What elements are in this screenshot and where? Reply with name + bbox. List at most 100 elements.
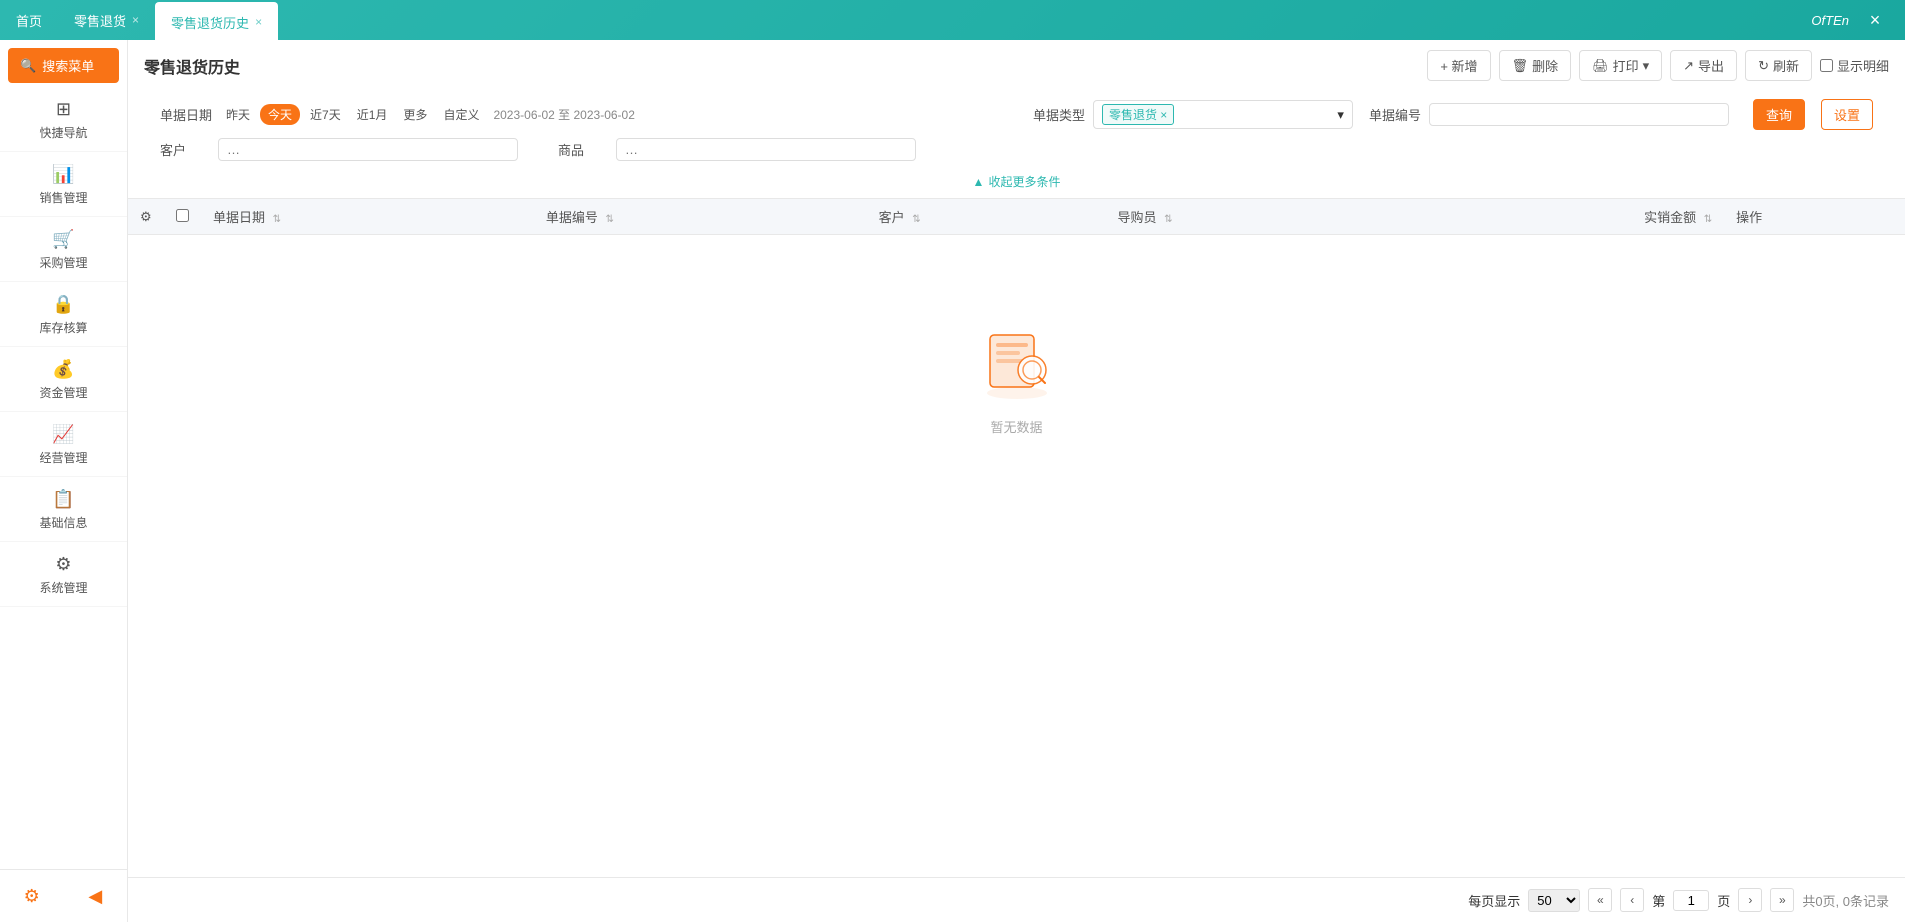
new-btn[interactable]: + 新增 [1427,50,1490,81]
delete-label: 删除 [1532,56,1558,75]
page-first-btn[interactable]: « [1588,888,1612,912]
th-guide[interactable]: 导购员 ⇅ [1105,199,1391,235]
page-unit: 页 [1717,891,1730,910]
sort-icon-doc-no: ⇅ [605,214,613,225]
query-btn[interactable]: 查询 [1753,99,1805,130]
search-menu-label: 搜索菜单 [42,56,94,75]
collapse-label: 收起更多条件 [988,173,1060,190]
tab-retail-return-history-close[interactable]: × [255,15,262,29]
sidebar-item-base-info[interactable]: 📋 基础信息 [0,477,127,542]
th-doc-no[interactable]: 单据编号 ⇅ [534,199,867,235]
sidebar-settings-btn[interactable]: ⚙ [16,880,48,912]
date-more[interactable]: 更多 [397,104,433,125]
sidebar-item-label: 销售管理 [39,189,87,206]
doc-type-tag[interactable]: 零售退货 × [1102,104,1174,125]
goods-input[interactable] [616,138,916,161]
sidebar-item-label: 库存核算 [39,319,87,336]
tab-retail-return-close[interactable]: × [132,13,139,27]
sales-mgmt-icon: 📊 [52,164,74,185]
th-doc-date-label: 单据日期 [213,210,265,225]
settings-btn[interactable]: 设置 [1821,99,1873,130]
sidebar-item-label: 采购管理 [39,254,87,271]
sidebar-item-finance[interactable]: 💰 资金管理 [0,347,127,412]
data-table: ⚙ 单据日期 ⇅ 单据编号 ⇅ [128,199,1905,516]
page-input[interactable] [1673,890,1709,911]
date-custom[interactable]: 自定义 [437,104,485,125]
system-icon: ⚙ [55,554,71,575]
sidebar-item-operations[interactable]: 📈 经营管理 [0,412,127,477]
topbar-right: OfTEn × [1811,6,1905,34]
sidebar-item-quick-nav[interactable]: ⊞ 快捷导航 [0,87,127,152]
doc-no-label: 单据编号 [1369,105,1421,124]
sidebar-item-sales-mgmt[interactable]: 📊 销售管理 [0,152,127,217]
print-icon: 🖨 [1592,58,1609,74]
goods-filter: 商品 [558,138,916,161]
page-next-btn[interactable]: › [1738,888,1762,912]
print-label: 打印 [1613,56,1639,75]
show-detail-label: 显示明细 [1837,56,1889,75]
show-detail-checkbox[interactable]: 显示明细 [1820,56,1889,75]
tab-retail-return-history-label: 零售退货历史 [171,13,249,32]
per-page-select[interactable]: 10 20 50 100 [1528,889,1580,912]
collapse-icon: ▲ [973,175,985,189]
doc-type-tag-text: 零售退货 × [1109,106,1167,123]
goods-label: 商品 [558,140,608,159]
doc-no-filter: 单据编号 [1369,103,1729,126]
date-1month[interactable]: 近1月 [351,104,394,125]
sidebar-item-system[interactable]: ⚙ 系统管理 [0,542,127,607]
sidebar-item-inventory[interactable]: 🔒 库存核算 [0,282,127,347]
export-btn[interactable]: ↗ 导出 [1670,50,1737,81]
quick-nav-icon: ⊞ [56,99,71,120]
empty-row: 暂无数据 [128,235,1905,517]
th-doc-date[interactable]: 单据日期 ⇅ [201,199,534,235]
show-detail-check[interactable] [1820,59,1833,72]
sort-icon-actual-amount: ⇅ [1704,214,1712,225]
pagination-total: 共0页, 0条记录 [1802,891,1889,910]
refresh-label: 刷新 [1773,56,1799,75]
customer-input[interactable] [218,138,518,161]
doc-type-select[interactable]: 零售退货 × ▾ [1093,100,1353,129]
tab-retail-return-history[interactable]: 零售退货历史 × [155,2,278,42]
th-guide-label: 导购员 [1117,210,1156,225]
page-prev-btn[interactable]: ‹ [1620,888,1644,912]
sidebar-item-label: 系统管理 [39,579,87,596]
settings-icon: ⚙ [140,209,152,224]
page-last-btn[interactable]: » [1770,888,1794,912]
date-yesterday[interactable]: 昨天 [220,104,256,125]
sidebar-item-label: 资金管理 [39,384,87,401]
filter-row-1: 单据日期 昨天 今天 近7天 近1月 更多 自定义 2023-06-02 至 2… [160,99,1873,130]
th-checkbox[interactable] [164,199,201,235]
th-settings[interactable]: ⚙ [128,199,164,235]
table-header-row: ⚙ 单据日期 ⇅ 单据编号 ⇅ [128,199,1905,235]
date-7days[interactable]: 近7天 [304,104,347,125]
main-layout: 🔍 搜索菜单 ⊞ 快捷导航 📊 销售管理 🛒 采购管理 🔒 库存核算 💰 资金管… [0,40,1905,922]
tab-home[interactable]: 首页 [0,0,58,40]
sidebar-item-label: 经营管理 [39,449,87,466]
sidebar-item-purchase-mgmt[interactable]: 🛒 采购管理 [0,217,127,282]
delete-btn[interactable]: 🗑 删除 [1499,50,1572,81]
toolbar-buttons: + 新增 🗑 删除 🖨 打印 ▾ ↗ 导出 ↻ [1427,50,1889,81]
sort-icon-doc-date: ⇅ [273,214,281,225]
date-today[interactable]: 今天 [260,104,300,125]
top-tabs: 首页 零售退货 × 零售退货历史 × [0,0,1811,40]
select-all-checkbox[interactable] [176,209,189,222]
doc-type-label: 单据类型 [1033,105,1085,124]
th-customer[interactable]: 客户 ⇅ [867,199,1106,235]
window-close-btn[interactable]: × [1861,6,1889,34]
doc-type-filter: 单据类型 零售退货 × ▾ [1033,100,1353,129]
finance-icon: 💰 [52,359,74,380]
tab-retail-return[interactable]: 零售退货 × [58,0,155,40]
sidebar-item-label: 快捷导航 [39,124,87,141]
th-actual-amount[interactable]: 实销金额 ⇅ [1391,199,1724,235]
sidebar-collapse-btn[interactable]: ◀ [79,880,111,912]
search-menu-btn[interactable]: 🔍 搜索菜单 [8,48,119,83]
pagination-bar: 每页显示 10 20 50 100 « ‹ 第 页 › » 共0页, 0条记录 [128,877,1905,922]
customer-label: 客户 [160,140,210,159]
refresh-btn[interactable]: ↻ 刷新 [1745,50,1812,81]
collapse-bar[interactable]: ▲ 收起更多条件 [160,169,1873,198]
print-btn[interactable]: 🖨 打印 ▾ [1579,50,1662,81]
filter-area: 单据日期 昨天 今天 近7天 近1月 更多 自定义 2023-06-02 至 2… [144,91,1889,198]
doc-no-input[interactable] [1429,103,1729,126]
page-title-row: 零售退货历史 + 新增 🗑 删除 🖨 打印 ▾ ↗ 导出 [144,50,1889,81]
operations-icon: 📈 [52,424,74,445]
